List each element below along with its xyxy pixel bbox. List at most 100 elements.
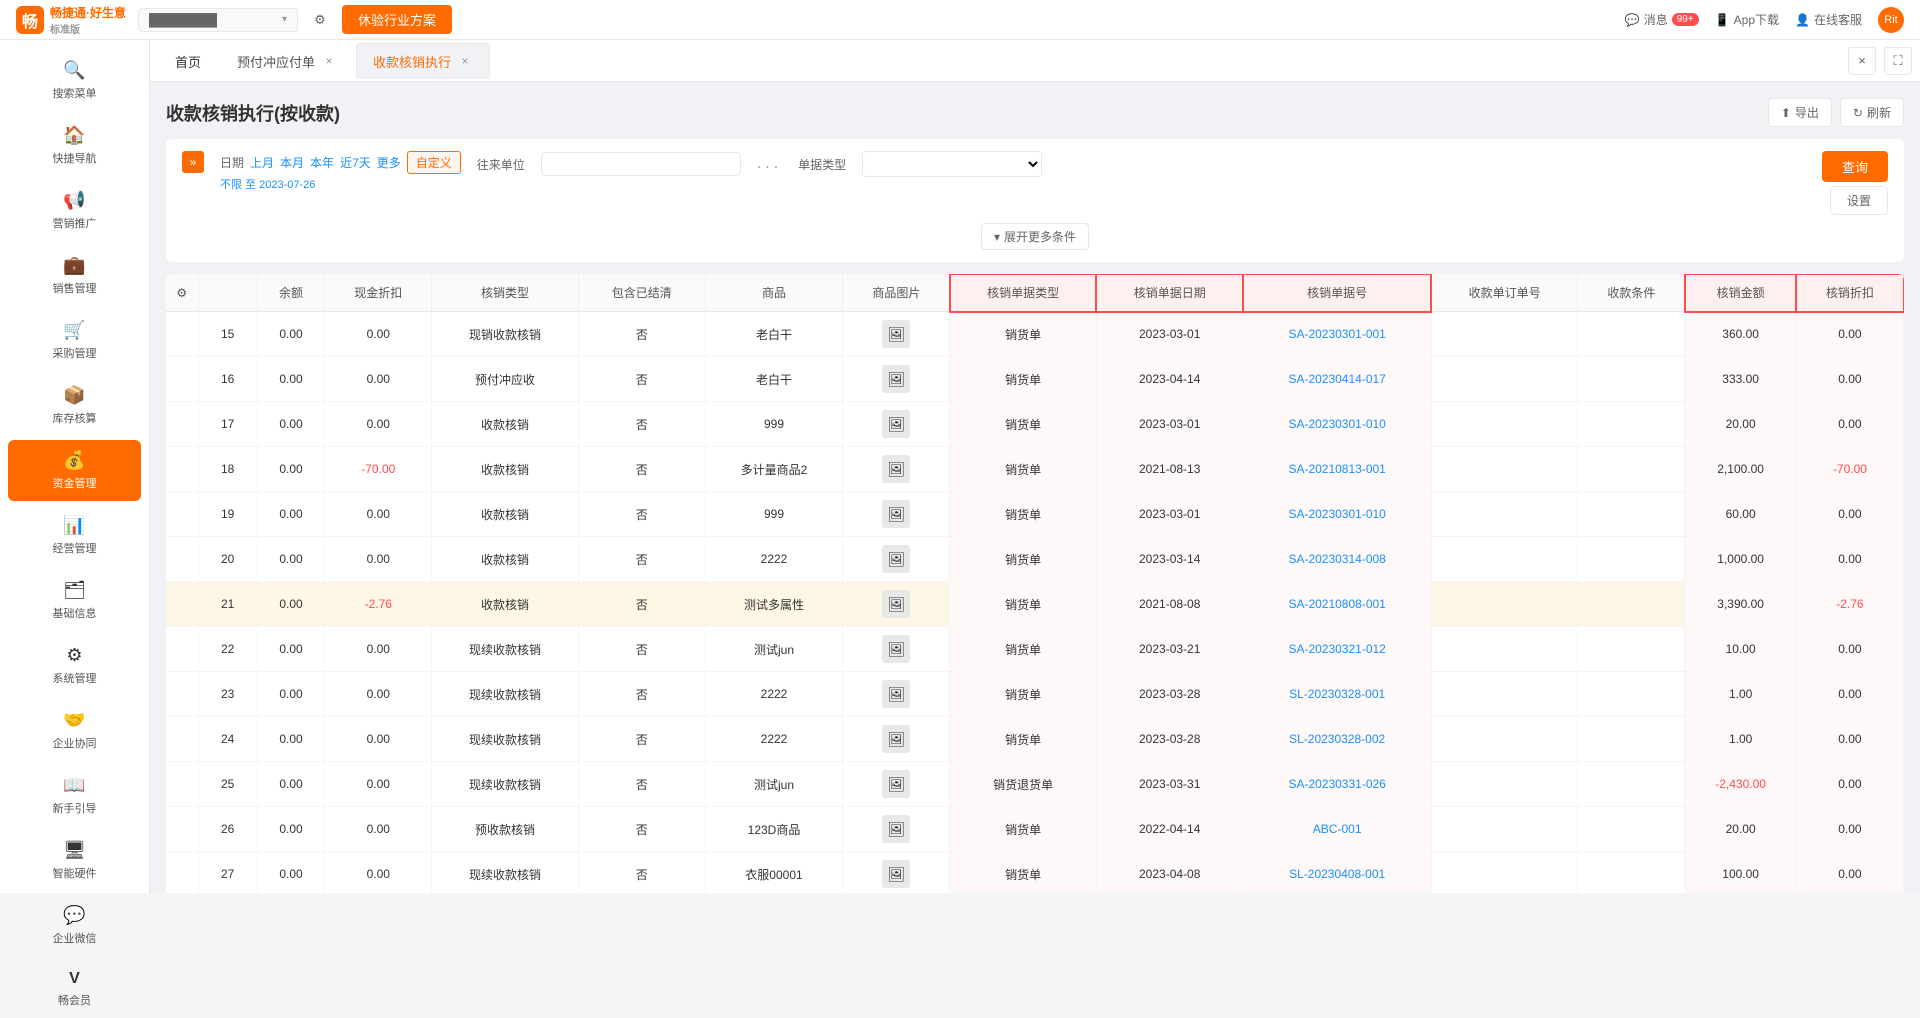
- cell-product: 999: [705, 492, 843, 537]
- cell-include-settled: 否: [578, 762, 705, 807]
- cell-product: 测试jun: [705, 762, 843, 807]
- sidebar-item-wechat[interactable]: 💬 企业微信: [8, 895, 141, 956]
- sidebar-item-collab[interactable]: 🤝 企业协同: [8, 700, 141, 761]
- date-more[interactable]: 更多: [377, 154, 401, 171]
- settings-button[interactable]: 设置: [1830, 186, 1888, 215]
- export-icon: ⬆: [1781, 106, 1791, 120]
- sidebar-item-operations[interactable]: 📊 经营管理: [8, 505, 141, 566]
- cell-bill-no[interactable]: SA-20230314-008: [1243, 537, 1431, 582]
- sidebar-item-finance[interactable]: 💰 资金管理: [8, 440, 141, 501]
- sidebar-item-search[interactable]: 🔍 搜索菜单: [8, 50, 141, 111]
- cell-receipt-order-no: [1431, 762, 1578, 807]
- date-this-year[interactable]: 本年: [310, 154, 334, 171]
- tab-writeoff[interactable]: 收款核销执行 ×: [356, 43, 490, 79]
- date-last-7days[interactable]: 近7天: [340, 154, 371, 171]
- sidebar-item-system[interactable]: ⚙ 系统管理: [8, 635, 141, 696]
- table-row: 27 0.00 0.00 现续收款核销 否 衣服00001 🖼 销货单 2023…: [166, 852, 1904, 894]
- bill-type-select[interactable]: [862, 151, 1042, 177]
- table-row: 19 0.00 0.00 收款核销 否 999 🖼 销货单 2023-03-01…: [166, 492, 1904, 537]
- cell-bill-no[interactable]: SA-20230301-010: [1243, 402, 1431, 447]
- partner-input[interactable]: [541, 152, 741, 176]
- tab-home[interactable]: 首页: [158, 43, 218, 79]
- cell-product-image: 🖼: [843, 357, 950, 402]
- date-custom[interactable]: 自定义: [407, 151, 461, 174]
- cell-balance: 0.00: [257, 852, 325, 894]
- sidebar-item-purchase[interactable]: 🛒 采购管理: [8, 310, 141, 371]
- cell-receipt-order-no: [1431, 447, 1578, 492]
- th-settings[interactable]: ⚙: [166, 274, 198, 312]
- gear-button[interactable]: ⚙: [306, 6, 334, 34]
- header-actions: ⬆ 导出 ↻ 刷新: [1768, 98, 1904, 127]
- cell-writeoff-discount: 0.00: [1796, 672, 1903, 717]
- table-row: 17 0.00 0.00 收款核销 否 999 🖼 销货单 2023-03-01…: [166, 402, 1904, 447]
- sidebar-item-marketing[interactable]: 📢 营销推广: [8, 180, 141, 241]
- cell-bill-no[interactable]: ABC-001: [1243, 807, 1431, 852]
- table-section: ⚙ 余额 现金折扣 核销类型 包含已结清 商品 商品图片 核销单据类型 核销单据…: [166, 274, 1904, 893]
- table-row: 22 0.00 0.00 现续收款核销 否 测试jun 🖼 销货单 2023-0…: [166, 627, 1904, 672]
- cell-bill-no[interactable]: SL-20230328-002: [1243, 717, 1431, 762]
- cell-cash-discount: 0.00: [325, 402, 432, 447]
- cell-bill-no[interactable]: SA-20230331-026: [1243, 762, 1431, 807]
- date-this-month[interactable]: 本月: [280, 154, 304, 171]
- company-selector[interactable]: ████████ ▾: [138, 8, 298, 32]
- expand-conditions-button[interactable]: ▾ 展开更多条件: [981, 223, 1089, 250]
- cell-include-settled: 否: [578, 357, 705, 402]
- cell-index: 15: [198, 312, 257, 357]
- industry-button[interactable]: 休验行业方案: [342, 5, 452, 34]
- cell-product-image: 🖼: [843, 312, 950, 357]
- writeoff-tab-close[interactable]: ×: [457, 53, 473, 69]
- cell-product: 2222: [705, 717, 843, 762]
- monitor-icon: 🖥: [63, 840, 86, 861]
- table-container[interactable]: ⚙ 余额 现金折扣 核销类型 包含已结清 商品 商品图片 核销单据类型 核销单据…: [166, 274, 1904, 893]
- cell-index: 17: [198, 402, 257, 447]
- filter-section: » 日期 上月 本月 本年 近7天 更多 自定义 不限 至 2023-07-26: [166, 139, 1904, 262]
- page-title: 收款核销执行(按收款): [166, 100, 340, 126]
- collapse-filter-button[interactable]: »: [182, 151, 204, 173]
- query-button[interactable]: 查询: [1822, 151, 1888, 182]
- export-button[interactable]: ⬆ 导出: [1768, 98, 1832, 127]
- cell-bill-no[interactable]: SA-20230301-010: [1243, 492, 1431, 537]
- online-service-button[interactable]: 👤 在线客服: [1795, 11, 1862, 28]
- home-icon: 🏠: [63, 125, 85, 146]
- page-content: 收款核销执行(按收款) ⬆ 导出 ↻ 刷新 »: [150, 82, 1920, 893]
- user-avatar[interactable]: Rit: [1878, 7, 1904, 33]
- cell-cash-discount: 0.00: [325, 762, 432, 807]
- cell-receipt-order-no: [1431, 402, 1578, 447]
- cell-bill-no[interactable]: SA-20210808-001: [1243, 582, 1431, 627]
- cell-bill-type: 销货单: [950, 402, 1097, 447]
- sidebar-item-quicknav[interactable]: 🏠 快捷导航: [8, 115, 141, 176]
- cell-product-image: 🖼: [843, 492, 950, 537]
- cell-bill-no[interactable]: SL-20230328-001: [1243, 672, 1431, 717]
- tab-prepay[interactable]: 预付冲应付单 ×: [220, 43, 354, 79]
- sidebar-item-hardware[interactable]: 🖥 智能硬件: [8, 830, 141, 891]
- messages-button[interactable]: 💬 消息 99+: [1625, 11, 1699, 28]
- cell-settings: [166, 807, 198, 852]
- cell-bill-no[interactable]: SA-20230321-012: [1243, 627, 1431, 672]
- company-name: ████████: [149, 13, 278, 27]
- cell-writeoff-type: 现销收款核销: [432, 312, 579, 357]
- prepay-tab-close[interactable]: ×: [321, 53, 337, 69]
- refresh-button[interactable]: ↻ 刷新: [1840, 98, 1904, 127]
- sidebar-item-sales[interactable]: 💼 销售管理: [8, 245, 141, 306]
- close-window-button[interactable]: ×: [1848, 47, 1876, 75]
- cell-product: 测试多属性: [705, 582, 843, 627]
- cell-bill-no[interactable]: SL-20230408-001: [1243, 852, 1431, 894]
- sidebar-item-base[interactable]: 🗂 基础信息: [8, 570, 141, 631]
- cell-bill-no[interactable]: SA-20230301-001: [1243, 312, 1431, 357]
- cell-writeoff-discount: -2.76: [1796, 582, 1903, 627]
- cell-bill-no[interactable]: SA-20210813-001: [1243, 447, 1431, 492]
- cell-writeoff-amount: 1.00: [1685, 717, 1796, 762]
- sidebar-item-guide[interactable]: 📖 新手引导: [8, 765, 141, 826]
- cell-receipt-condition: [1578, 492, 1685, 537]
- th-receipt-condition: 收款条件: [1578, 274, 1685, 312]
- cell-bill-no[interactable]: SA-20230414-017: [1243, 357, 1431, 402]
- sidebar-item-member[interactable]: V 畅会员: [8, 960, 141, 1018]
- sidebar-item-inventory[interactable]: 📦 库存核算: [8, 375, 141, 436]
- app-download-button[interactable]: 📱 App下载: [1715, 11, 1779, 28]
- cell-bill-date: 2023-03-28: [1096, 717, 1243, 762]
- fullscreen-button[interactable]: ⛶: [1884, 47, 1912, 75]
- date-last-month[interactable]: 上月: [250, 154, 274, 171]
- main-table: ⚙ 余额 现金折扣 核销类型 包含已结清 商品 商品图片 核销单据类型 核销单据…: [166, 274, 1904, 893]
- cell-product: 2222: [705, 537, 843, 582]
- cell-writeoff-amount: 2,100.00: [1685, 447, 1796, 492]
